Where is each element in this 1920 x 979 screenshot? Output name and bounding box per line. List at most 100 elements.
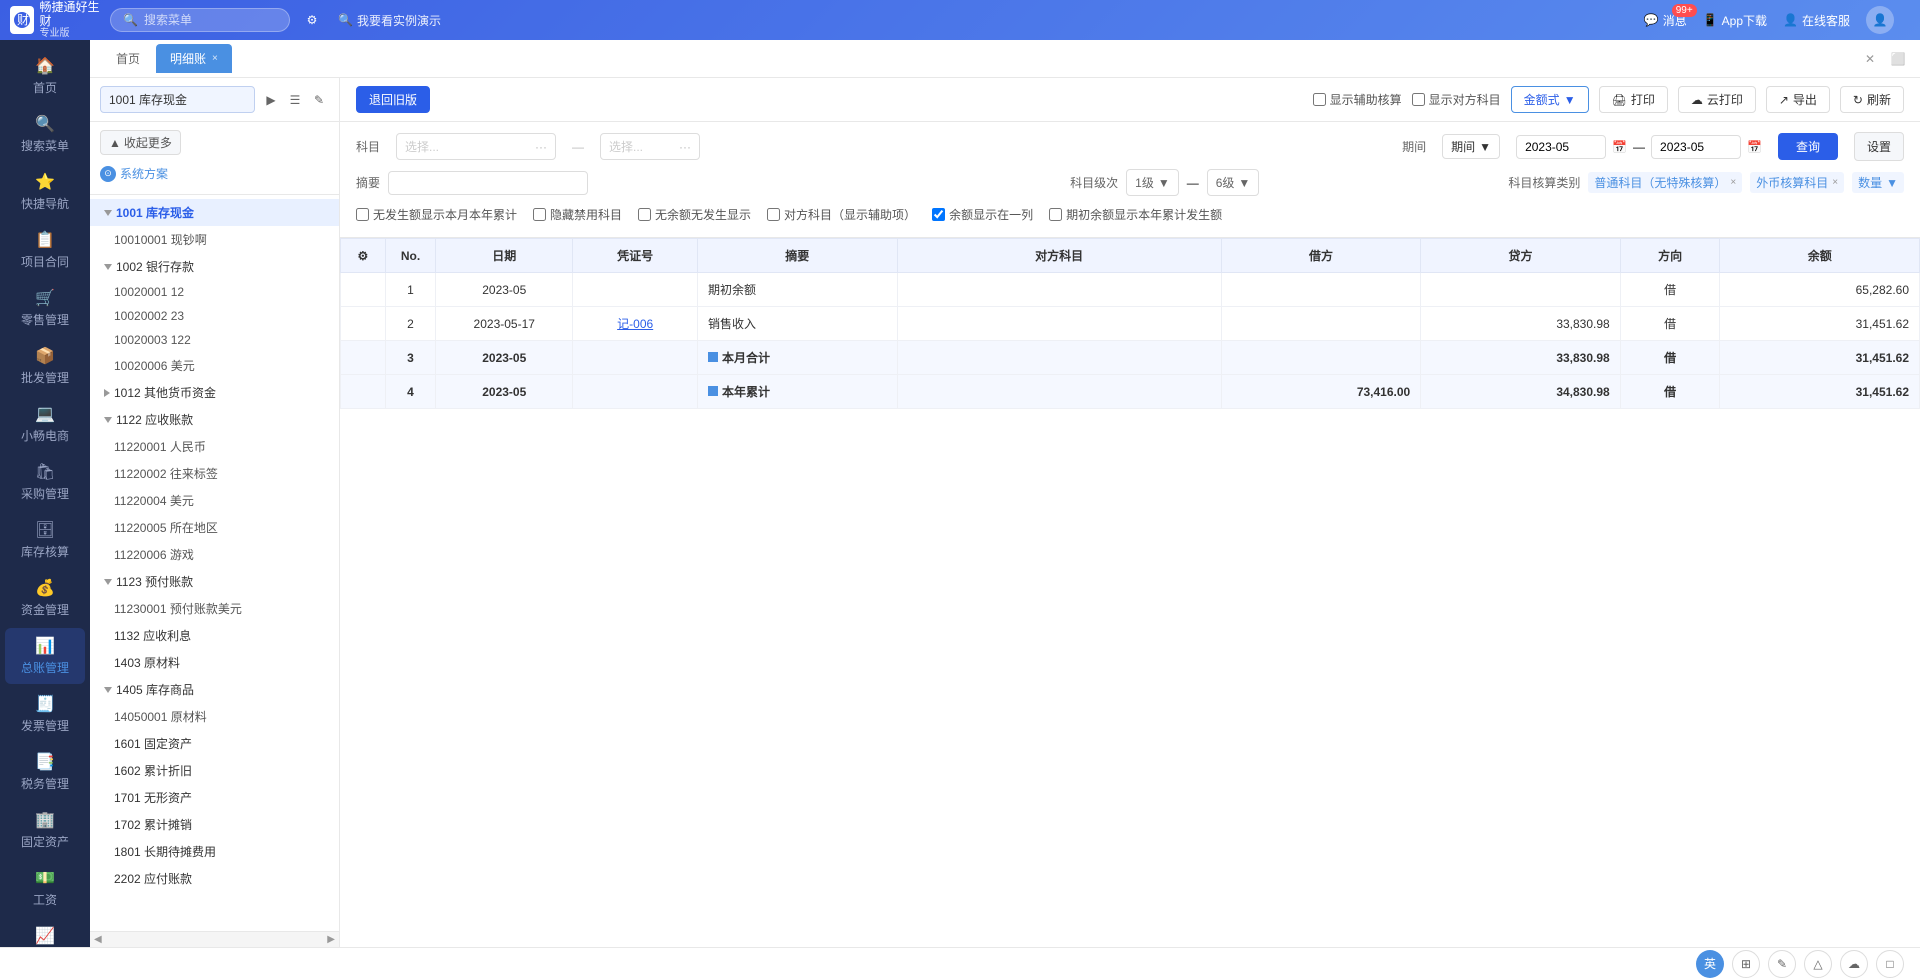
subject-filter-input2[interactable]: 选择... ··· <box>600 133 700 160</box>
tab-detail[interactable]: 明细账 × <box>156 44 232 73</box>
search-box[interactable]: 🔍 <box>110 8 290 32</box>
edit-icon[interactable]: ✎ <box>309 90 329 110</box>
subject-item-1405[interactable]: 1405 库存商品 <box>90 676 339 703</box>
balance-one-row-checkbox[interactable]: 余额显示在一列 <box>932 206 1033 223</box>
settings-col-icon[interactable]: ⚙ <box>358 249 369 263</box>
subject-item-1012[interactable]: 1012 其他货币资金 <box>90 379 339 406</box>
level-to-selector[interactable]: 6级 ▼ <box>1207 169 1260 196</box>
sidebar-item-project[interactable]: 📋 项目合同 <box>5 222 85 278</box>
subject-item-1123[interactable]: 1123 预付账款 <box>90 568 339 595</box>
sidebar-item-purchase[interactable]: 🛍 采购管理 <box>5 454 85 510</box>
subject-item-10020002[interactable]: 10020002 23 <box>90 304 339 328</box>
tag-foreign-close[interactable]: × <box>1832 177 1838 188</box>
cloud-print-button[interactable]: ☁ 云打印 <box>1678 86 1756 113</box>
subject-item-10020003[interactable]: 10020003 122 <box>90 328 339 352</box>
no-balance-show-checkbox[interactable]: 无余额无发生显示 <box>638 206 751 223</box>
row-voucher[interactable]: 记-006 <box>573 307 698 341</box>
sidebar-item-quick-nav[interactable]: ⭐ 快捷导航 <box>5 164 85 220</box>
subject-item-2202[interactable]: 2202 应付账款 <box>90 865 339 892</box>
settings-icon[interactable]: ⚙ <box>298 6 326 34</box>
demo-link[interactable]: 🔍 我要看实例演示 <box>338 12 441 29</box>
tab-close-button[interactable]: × <box>212 53 218 64</box>
messages-button[interactable]: 💬 消息 99+ <box>1644 12 1687 29</box>
tab-home[interactable]: 首页 <box>102 44 154 73</box>
period-balance-checkbox[interactable]: 期初余额显示本年累计发生额 <box>1049 206 1222 223</box>
sidebar-item-invoice[interactable]: 🧾 发票管理 <box>5 686 85 742</box>
maximize-button[interactable]: ⬜ <box>1888 49 1908 69</box>
refresh-button[interactable]: ↻ 刷新 <box>1840 86 1904 113</box>
list-icon[interactable]: ☰ <box>285 90 305 110</box>
system-solution-button[interactable]: ⊙ 系统方案 <box>100 161 329 186</box>
sidebar-item-salary[interactable]: 💵 工资 <box>5 860 85 916</box>
period-type-selector[interactable]: 期间 ▼ <box>1442 134 1500 159</box>
return-old-version-button[interactable]: 退回旧版 <box>356 86 430 113</box>
calendar-from-icon[interactable]: 📅 <box>1612 140 1627 154</box>
subject-selector[interactable]: 1001 库存现金 <box>100 86 255 113</box>
subject-item-10010001[interactable]: 10010001 现钞啊 <box>90 226 339 253</box>
sidebar-item-search[interactable]: 🔍 搜索菜单 <box>5 106 85 162</box>
subject-item-1701[interactable]: 1701 无形资产 <box>90 784 339 811</box>
voucher-link[interactable]: 记-006 <box>617 317 653 331</box>
hide-disabled-checkbox[interactable]: 隐藏禁用科目 <box>533 206 622 223</box>
period-to-input[interactable] <box>1651 135 1741 159</box>
subject-item-11220001[interactable]: 11220001 人民币 <box>90 433 339 460</box>
bottom-action-4[interactable]: ☁ <box>1840 950 1868 978</box>
bottom-lang-button[interactable]: 英 <box>1696 950 1724 978</box>
subject-item-10020006[interactable]: 10020006 美元 <box>90 352 339 379</box>
query-button[interactable]: 查询 <box>1778 133 1838 160</box>
sidebar-item-tax[interactable]: 📑 税务管理 <box>5 744 85 800</box>
col-settings[interactable]: ⚙ <box>341 239 386 273</box>
subject-item-11230001[interactable]: 11230001 预付账款美元 <box>90 595 339 622</box>
subject-item-1601[interactable]: 1601 固定资产 <box>90 730 339 757</box>
show-opposite-checkbox[interactable]: 显示对方科目 <box>1412 91 1501 108</box>
user-avatar[interactable]: 👤 <box>1866 6 1894 34</box>
subject-item-11220006[interactable]: 11220006 游戏 <box>90 541 339 568</box>
bottom-action-5[interactable]: □ <box>1876 950 1904 978</box>
close-panel-button[interactable]: ✕ <box>1860 49 1880 69</box>
subject-item-11220005[interactable]: 11220005 所在地区 <box>90 514 339 541</box>
no-balance-checkbox[interactable]: 无发生额显示本月本年累计 <box>356 206 517 223</box>
subject-item-11220002[interactable]: 11220002 往来标签 <box>90 460 339 487</box>
amount-format-button[interactable]: 金额式 ▼ <box>1511 86 1589 113</box>
tag-normal-close[interactable]: × <box>1730 177 1736 188</box>
period-from-input[interactable] <box>1516 135 1606 159</box>
calendar-to-icon[interactable]: 📅 <box>1747 140 1762 154</box>
search-input[interactable] <box>144 13 274 27</box>
subject-item-1002[interactable]: 1002 银行存款 <box>90 253 339 280</box>
scroll-right-icon[interactable]: ▶ <box>327 934 335 945</box>
export-button[interactable]: ↗ 导出 <box>1766 86 1830 113</box>
sidebar-item-ledger[interactable]: 📊 总账管理 <box>5 628 85 684</box>
sidebar-item-fixed-assets[interactable]: 🏢 固定资产 <box>5 802 85 858</box>
print-button[interactable]: 🖨 打印 <box>1599 86 1668 113</box>
subject-filter-input[interactable]: 选择... ··· <box>396 133 556 160</box>
expand-more-button[interactable]: ▲ 收起更多 <box>100 130 181 155</box>
subject-item-1602[interactable]: 1602 累计折旧 <box>90 757 339 784</box>
subject-item-1403[interactable]: 1403 原材料 <box>90 649 339 676</box>
show-aux-checkbox[interactable]: 显示辅助核算 <box>1313 91 1402 108</box>
opposite-subject-checkbox[interactable]: 对方科目（显示辅助项） <box>767 206 916 223</box>
sidebar-item-inventory[interactable]: 🗄 库存核算 <box>5 512 85 568</box>
bottom-action-2[interactable]: ✎ <box>1768 950 1796 978</box>
subject-item-1001[interactable]: 1001 库存现金 <box>90 199 339 226</box>
subject-item-11220004[interactable]: 11220004 美元 <box>90 487 339 514</box>
sidebar-item-home[interactable]: 🏠 首页 <box>5 48 85 104</box>
filter-settings-button[interactable]: 设置 <box>1854 132 1904 161</box>
sidebar-item-retail[interactable]: 🛒 零售管理 <box>5 280 85 336</box>
app-download-button[interactable]: 📱 App下载 <box>1703 12 1767 29</box>
bottom-action-3[interactable]: △ <box>1804 950 1832 978</box>
sidebar-item-operations[interactable]: 📈 经营管理 <box>5 918 85 947</box>
subject-item-1122[interactable]: 1122 应收账款 <box>90 406 339 433</box>
sidebar-item-wholesale[interactable]: 📦 批发管理 <box>5 338 85 394</box>
subject-item-10020001[interactable]: 10020001 12 <box>90 280 339 304</box>
online-service-button[interactable]: 👤 在线客服 <box>1783 12 1850 29</box>
subject-item-14050001[interactable]: 14050001 原材料 <box>90 703 339 730</box>
subject-item-1702[interactable]: 1702 累计摊销 <box>90 811 339 838</box>
arrow-next-icon[interactable]: ▶ <box>261 90 281 110</box>
sidebar-item-capital[interactable]: 💰 资金管理 <box>5 570 85 626</box>
subject-item-1801[interactable]: 1801 长期待摊费用 <box>90 838 339 865</box>
subject-item-1132[interactable]: 1132 应收利息 <box>90 622 339 649</box>
sidebar-item-ecommerce[interactable]: 💻 小畅电商 <box>5 396 85 452</box>
summary-filter-input[interactable] <box>388 171 588 195</box>
bottom-action-1[interactable]: ⊞ <box>1732 950 1760 978</box>
level-from-selector[interactable]: 1级 ▼ <box>1126 169 1179 196</box>
